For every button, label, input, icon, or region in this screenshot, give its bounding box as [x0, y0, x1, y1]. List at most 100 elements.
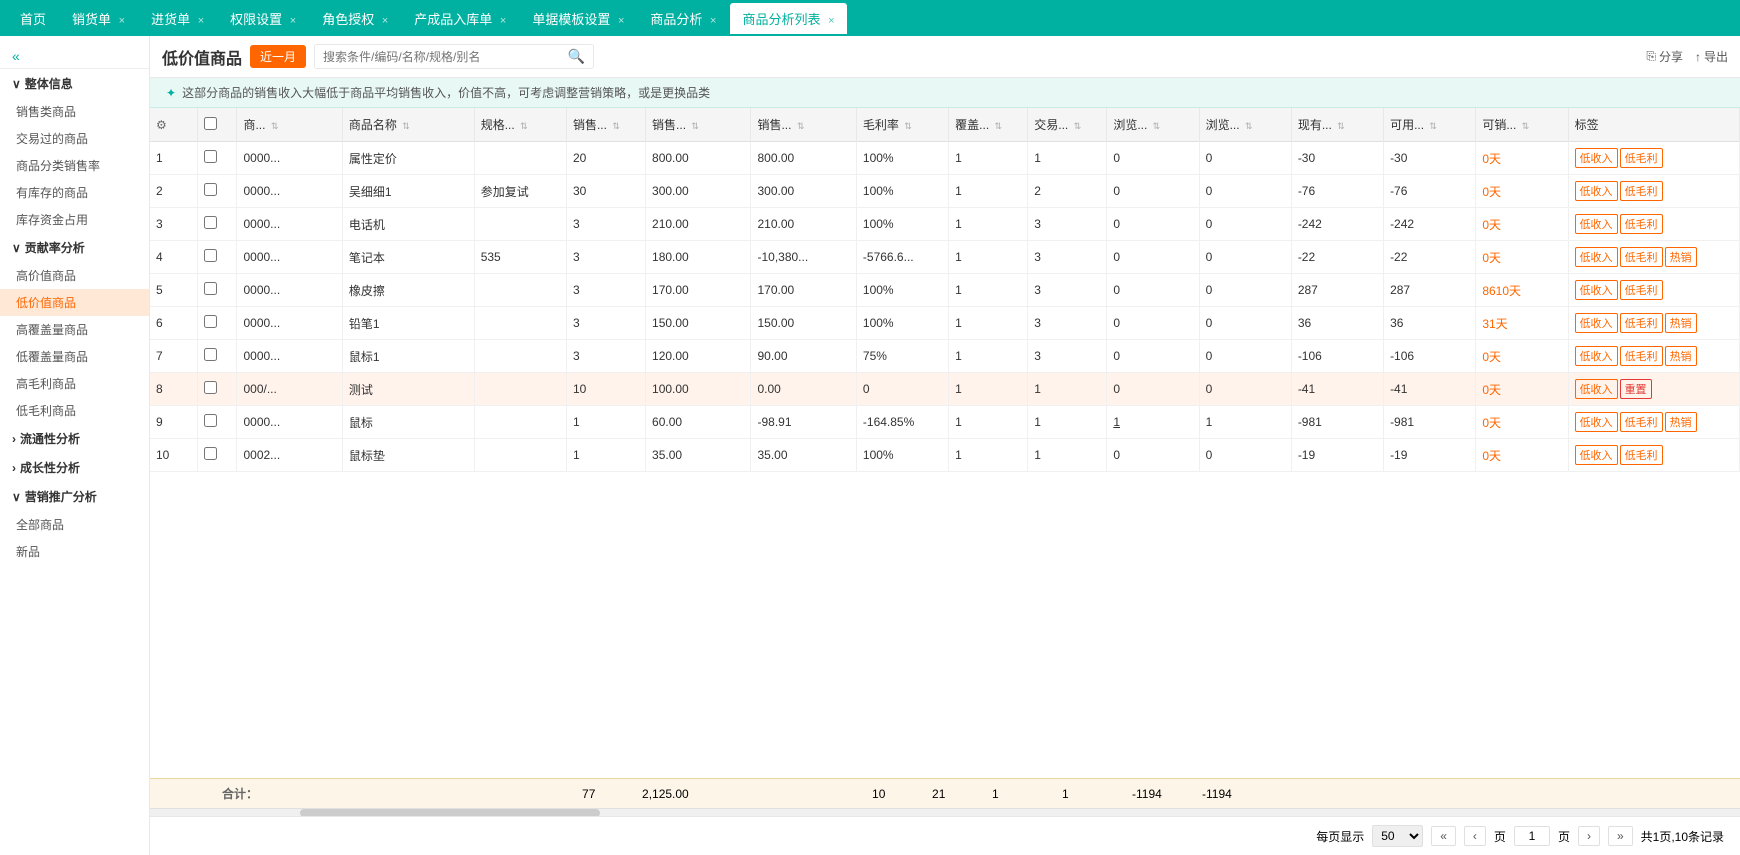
filter-period-button[interactable]: 近一月 — [250, 45, 306, 68]
sidebar-item-traded-products[interactable]: 交易过的商品 — [0, 125, 149, 152]
tag-badge: 低收入 — [1575, 313, 1618, 333]
row-checkbox[interactable] — [204, 249, 217, 262]
col-header-num: ⚙ — [150, 108, 197, 142]
nav-analysis-list[interactable]: 商品分析列表 × — [730, 3, 846, 34]
sidebar-item-stocked-products[interactable]: 有库存的商品 — [0, 179, 149, 206]
close-role-auth-icon[interactable]: × — [382, 15, 388, 27]
group-arrow-contribution: ∨ — [12, 241, 21, 255]
row-sales-avg-cell: 150.00 — [751, 307, 856, 340]
nav-sales-order[interactable]: 销货单 × — [60, 3, 137, 34]
row-view1-cell: 0 — [1107, 208, 1199, 241]
search-input[interactable] — [323, 50, 562, 64]
col-salable-sort[interactable]: ⇅ — [1522, 121, 1530, 131]
row-checkbox[interactable] — [204, 282, 217, 295]
sidebar-item-new-products[interactable]: 新品 — [0, 538, 149, 565]
col-sales-avg-sort[interactable]: ⇅ — [797, 121, 805, 131]
row-spec-cell — [474, 373, 566, 406]
close-purchase-icon[interactable]: × — [198, 15, 204, 27]
sidebar-item-low-value[interactable]: 低价值商品 — [0, 289, 149, 316]
first-page-button[interactable]: « — [1431, 826, 1456, 846]
col-view1-sort[interactable]: ⇅ — [1153, 121, 1161, 131]
nav-home[interactable]: 首页 — [8, 3, 58, 34]
col-sales-amt-label: 销售... — [652, 118, 686, 132]
nav-product-analysis[interactable]: 商品分析 × — [638, 3, 728, 34]
row-check-cell — [197, 208, 237, 241]
sidebar-item-low-profit[interactable]: 低毛利商品 — [0, 397, 149, 424]
row-code-cell: 0000... — [237, 175, 342, 208]
tag-badge: 重置 — [1620, 379, 1652, 399]
sidebar-item-high-profit[interactable]: 高毛利商品 — [0, 370, 149, 397]
nav-permissions[interactable]: 权限设置 × — [218, 3, 308, 34]
close-stock-in-icon[interactable]: × — [500, 15, 506, 27]
row-sales-avg-cell: 0.00 — [751, 373, 856, 406]
sidebar-group-marketing[interactable]: ∨ 营销推广分析 — [0, 482, 149, 511]
table-row: 8 000/... 测试 10 100.00 0.00 0 1 1 0 0 -4… — [150, 373, 1740, 406]
col-sales-amt-sort[interactable]: ⇅ — [691, 121, 699, 131]
row-salable-cell: 8610天 — [1476, 274, 1568, 307]
group-arrow-liquidity: › — [12, 432, 16, 446]
sidebar-group-overall[interactable]: ∨ 整体信息 — [0, 69, 149, 98]
next-page-button[interactable]: › — [1578, 826, 1600, 846]
row-view1-cell: 0 — [1107, 241, 1199, 274]
sidebar-group-contribution[interactable]: ∨ 贡献率分析 — [0, 233, 149, 262]
view1-cell-value[interactable]: 1 — [1113, 415, 1120, 429]
col-code-sort[interactable]: ⇅ — [271, 121, 279, 131]
row-sales-avg-cell: -10,380... — [751, 241, 856, 274]
prev-page-button[interactable]: ‹ — [1464, 826, 1486, 846]
sidebar-item-high-value[interactable]: 高价值商品 — [0, 262, 149, 289]
col-avail-sort[interactable]: ⇅ — [1429, 121, 1437, 131]
col-name-sort[interactable]: ⇅ — [402, 121, 410, 131]
row-checkbox[interactable] — [204, 183, 217, 196]
col-view2-sort[interactable]: ⇅ — [1245, 121, 1253, 131]
row-checkbox[interactable] — [204, 150, 217, 163]
nav-stock-in[interactable]: 产成品入库单 × — [402, 3, 518, 34]
row-checkbox[interactable] — [204, 414, 217, 427]
select-all-checkbox[interactable] — [204, 117, 217, 130]
last-page-button[interactable]: » — [1608, 826, 1633, 846]
sidebar-group-liquidity[interactable]: › 流通性分析 — [0, 424, 149, 453]
nav-role-auth[interactable]: 角色授权 × — [310, 3, 400, 34]
sidebar-collapse-button[interactable]: « — [8, 48, 24, 64]
row-checkbox[interactable] — [204, 348, 217, 361]
row-coverage-cell: 1 — [949, 142, 1028, 175]
row-num-cell: 5 — [150, 274, 197, 307]
sidebar-item-stock-capital[interactable]: 库存资金占用 — [0, 206, 149, 233]
row-checkbox[interactable] — [204, 216, 217, 229]
col-trade-sort[interactable]: ⇅ — [1074, 121, 1082, 131]
share-button[interactable]: ⎘ 分享 — [1646, 48, 1683, 65]
close-analysis-list-icon[interactable]: × — [828, 15, 834, 27]
page-number-input[interactable] — [1514, 826, 1550, 846]
row-checkbox[interactable] — [204, 381, 217, 394]
close-analysis-icon[interactable]: × — [710, 15, 716, 27]
sidebar-item-category-sales-rate[interactable]: 商品分类销售率 — [0, 152, 149, 179]
horizontal-scrollbar[interactable] — [150, 808, 1740, 816]
col-sales-qty-sort[interactable]: ⇅ — [612, 121, 620, 131]
close-sales-order-icon[interactable]: × — [119, 15, 125, 27]
search-icon[interactable]: 🔍 — [568, 48, 585, 65]
nav-template-settings[interactable]: 单据模板设置 × — [520, 3, 636, 34]
settings-icon[interactable]: ⚙ — [156, 118, 167, 132]
row-view1-cell: 0 — [1107, 175, 1199, 208]
row-sales-qty-cell: 1 — [566, 439, 645, 472]
nav-purchase-order[interactable]: 进货单 × — [139, 3, 216, 34]
sidebar-item-all-products[interactable]: 全部商品 — [0, 511, 149, 538]
close-permissions-icon[interactable]: × — [290, 15, 296, 27]
col-spec-sort[interactable]: ⇅ — [520, 121, 528, 131]
group-title-marketing: 营销推广分析 — [25, 488, 97, 505]
sidebar-item-high-coverage[interactable]: 高覆盖量商品 — [0, 316, 149, 343]
row-checkbox[interactable] — [204, 447, 217, 460]
sidebar-item-sales-products[interactable]: 销售类商品 — [0, 98, 149, 125]
table-container[interactable]: ⚙ 商... ⇅ 商品名称 ⇅ — [150, 108, 1740, 778]
row-checkbox[interactable] — [204, 315, 217, 328]
col-stock-sort[interactable]: ⇅ — [1337, 121, 1345, 131]
col-salable-label: 可销... — [1482, 118, 1516, 132]
per-page-select[interactable]: 50 100 200 — [1372, 825, 1423, 847]
view1-cell-value: 0 — [1113, 283, 1120, 297]
col-margin-sort[interactable]: ⇅ — [904, 121, 912, 131]
sidebar-item-low-coverage[interactable]: 低覆盖量商品 — [0, 343, 149, 370]
row-view1-cell: 0 — [1107, 340, 1199, 373]
col-coverage-sort[interactable]: ⇅ — [995, 121, 1003, 131]
export-button[interactable]: ↑ 导出 — [1695, 48, 1728, 65]
close-template-icon[interactable]: × — [618, 15, 624, 27]
sidebar-group-growth[interactable]: › 成长性分析 — [0, 453, 149, 482]
